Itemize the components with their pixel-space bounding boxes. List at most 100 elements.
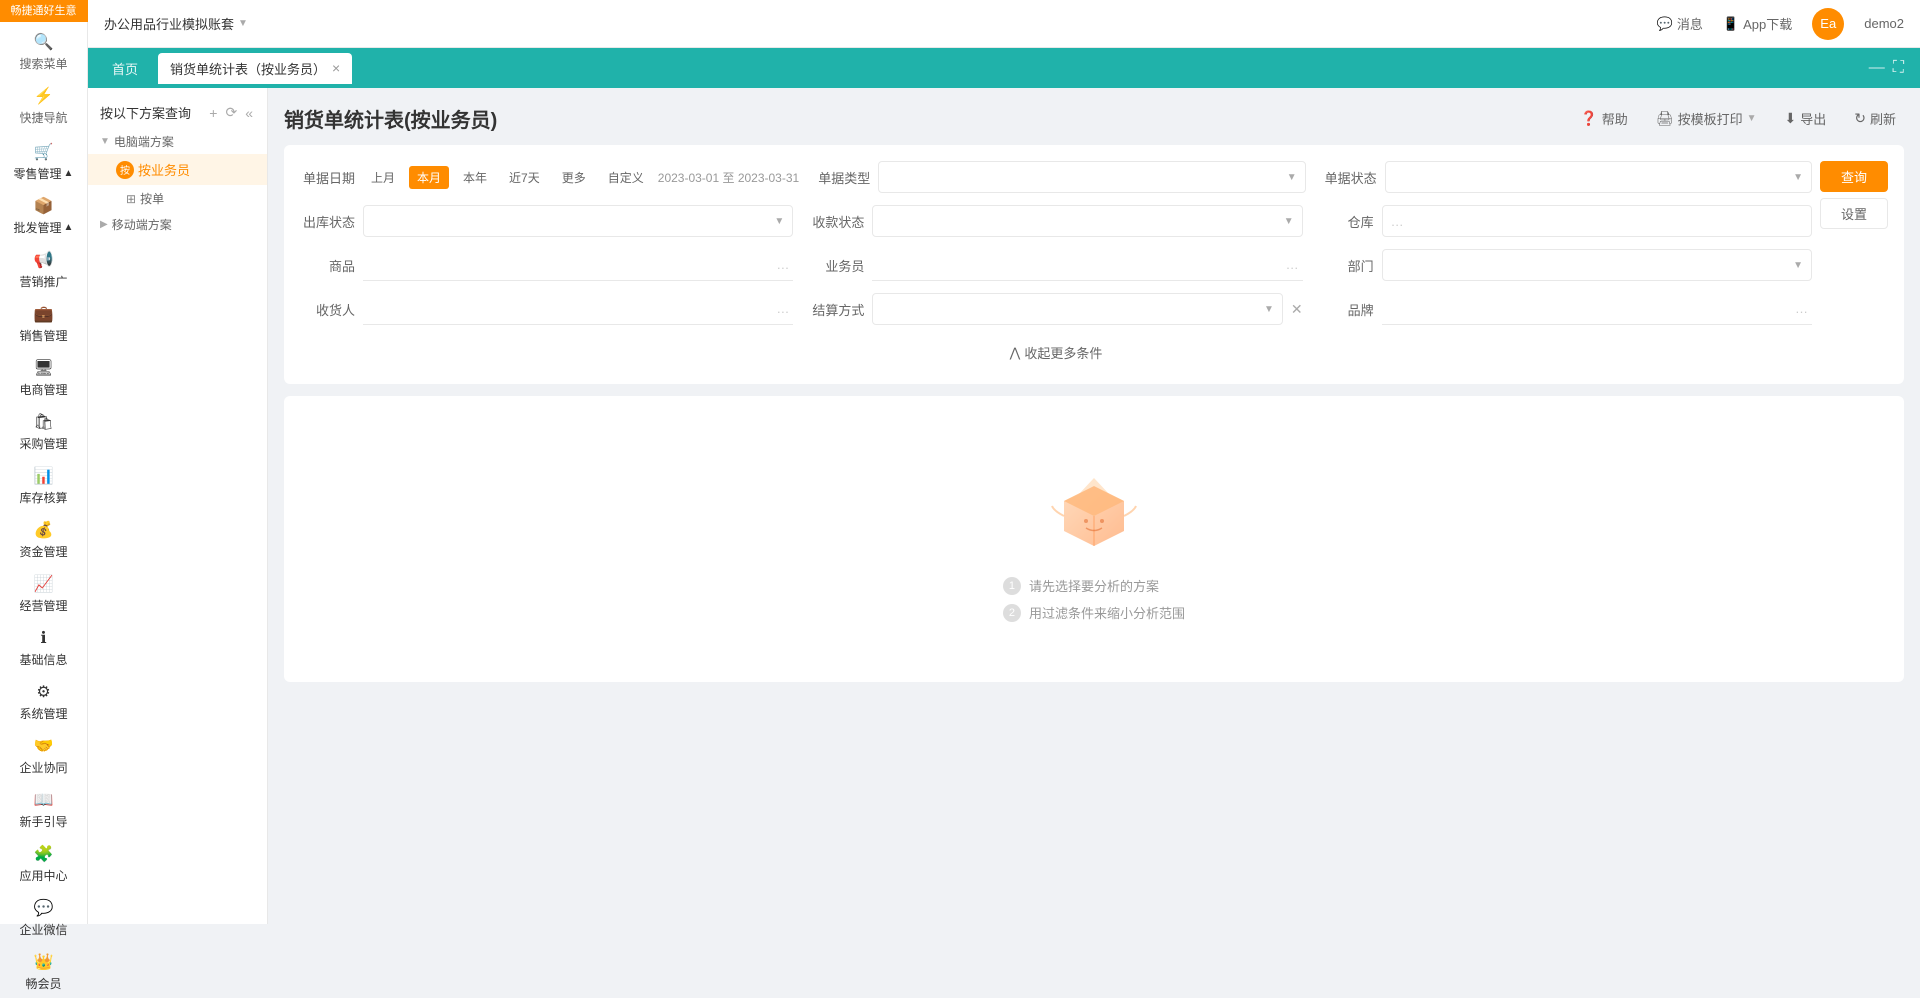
stockout-label: 出库状态 [300,212,355,231]
export-btn[interactable]: ⬇ 导出 [1777,105,1835,132]
docstatus-control[interactable]: ▼ [1385,161,1812,193]
collapse-btn[interactable]: ⋀ 收起更多条件 [300,337,1812,368]
purchase-icon: 🛍 [33,412,53,432]
query-button[interactable]: 查询 [1820,161,1888,192]
sidebar-item-wechat[interactable]: 💬 企业微信 [0,890,87,944]
refresh-btn[interactable]: ↻ 刷新 [1846,105,1904,132]
ecom-icon: 🖥 [33,358,53,378]
tip-num-1: 1 [1003,577,1021,595]
panel-item-by-salesman[interactable]: 按 按业务员 [88,154,267,185]
panel-section-desktop[interactable]: ▼ 电脑端方案 [88,129,267,154]
sidebar-item-search[interactable]: 🔍 搜索菜单 [0,22,87,76]
sidebar-item-basic[interactable]: ℹ 基础信息 [0,620,87,674]
empty-tips: 1 请先选择要分析的方案 2 用过滤条件来缩小分析范围 [1003,576,1185,622]
settings-button[interactable]: 设置 [1820,198,1888,229]
right-content: 销货单统计表(按业务员) ❓ 帮助 🖨 按模板打印 ▼ ⬇ 导出 [268,88,1920,924]
date-label: 单据日期 [300,168,355,187]
chevron-down-icon-settlement: ▼ [1264,304,1274,315]
settlement-control[interactable]: ▼ [872,293,1283,325]
tab-home[interactable]: 首页 [96,53,154,84]
date-btn-thismonth[interactable]: 本月 [409,166,449,189]
filter-row-4: 收货人 … 结算方式 ▼ [300,293,1812,325]
date-range-text: 2023-03-01 至 2023-03-31 [658,169,799,186]
date-btn-lastmonth[interactable]: 上月 [363,166,403,189]
chevron-down-icon-docstatus: ▼ [1793,172,1803,183]
marketing-icon: 📢 [34,250,54,270]
tab-controls: — ⛶ [1869,59,1920,77]
chevron-up-icon-2: ▲ [64,222,74,233]
account-name: 办公用品行业模拟账套 [104,14,234,33]
app-download-btn[interactable]: 📱 App下载 [1723,14,1792,33]
main-area: 办公用品行业模拟账套 ▼ 💬 消息 📱 App下载 Ea demo2 首页 销货… [88,0,1920,924]
maximize-btn[interactable]: ⛶ [1893,59,1904,77]
app-logo[interactable]: 畅捷通好生意 [0,0,88,22]
date-btn-thisyear[interactable]: 本年 [455,166,495,189]
filter-cell-stockout: 出库状态 ▼ [300,205,793,237]
tab-bar: 首页 销货单统计表（按业务员） × — ⛶ [88,48,1920,88]
settlement-label: 结算方式 [809,300,864,319]
tab-sales-stats[interactable]: 销货单统计表（按业务员） × [158,53,352,84]
page-title-bar: 销货单统计表(按业务员) ❓ 帮助 🖨 按模板打印 ▼ ⬇ 导出 [284,104,1904,133]
print-icon: 🖨 [1656,110,1674,127]
sidebar-item-wholesale[interactable]: 📦 批发管理 ▲ [0,188,87,242]
filter-container: 单据日期 上月 本月 本年 近7天 更多 自定义 2023-03-01 至 20… [300,161,1888,368]
top-header: 办公用品行业模拟账套 ▼ 💬 消息 📱 App下载 Ea demo2 [88,0,1920,48]
dept-label: 部门 [1319,256,1374,275]
sidebar-item-ops[interactable]: 📈 经营管理 [0,566,87,620]
tab-close-icon[interactable]: × [332,61,340,75]
panel-add-btn[interactable]: + [207,103,219,123]
tab-label: 销货单统计表（按业务员） [170,59,326,78]
stockout-control[interactable]: ▼ [363,205,793,237]
filter-row-2: 出库状态 ▼ 收款状态 ▼ [300,205,1812,237]
sidebar-item-retail[interactable]: 🛒 零售管理 ▲ [0,134,87,188]
salesman-label: 业务员 [809,256,864,275]
wechat-icon: 💬 [34,898,54,918]
panel-refresh-btn[interactable]: ⟳ [223,102,239,123]
sidebar-item-collab[interactable]: 🤝 企业协同 [0,728,87,782]
sidebar-item-finance[interactable]: 💰 资金管理 [0,512,87,566]
minimize-btn[interactable]: — [1869,59,1885,77]
panel-subitem-by-order[interactable]: ⊞ 按单 [88,185,267,212]
sidebar-item-member[interactable]: 👑 畅会员 [0,944,87,998]
brand-control[interactable]: … [1382,293,1812,325]
chevron-down-icon-payment: ▼ [1284,216,1294,227]
sidebar-item-purchase[interactable]: 🛍 采购管理 [0,404,87,458]
sidebar-item-guide[interactable]: 📖 新手引导 [0,782,87,836]
date-btn-7days[interactable]: 近7天 [501,166,548,189]
sidebar-item-marketing[interactable]: 📢 营销推广 [0,242,87,296]
date-btn-custom[interactable]: 自定义 [600,166,652,189]
receiver-label: 收货人 [300,300,355,319]
dept-control[interactable]: ▼ [1382,249,1812,281]
panel-collapse-btn[interactable]: « [243,103,255,123]
message-icon: 💬 [1657,16,1673,32]
sidebar-item-system[interactable]: ⚙ 系统管理 [0,674,87,728]
date-btn-more[interactable]: 更多 [554,166,594,189]
settlement-clear-btn[interactable]: ✕ [1291,301,1303,318]
finance-icon: 💰 [34,520,54,540]
panel-header-actions: + ⟳ « [207,102,255,123]
panel-section-mobile[interactable]: ▶ 移动端方案 [88,212,267,237]
mobile-icon: 📱 [1723,16,1739,32]
sidebar-item-ecom[interactable]: 🖥 电商管理 [0,350,87,404]
goods-control[interactable]: … [363,249,793,281]
sidebar-item-sales[interactable]: 💼 销售管理 [0,296,87,350]
salesman-control[interactable]: … [872,249,1302,281]
filter-cell-payment: 收款状态 ▼ [809,205,1302,237]
sidebar-item-appcenter[interactable]: 🧩 应用中心 [0,836,87,890]
message-btn[interactable]: 💬 消息 [1657,14,1703,33]
payment-control[interactable]: ▼ [872,205,1302,237]
sidebar-item-quicknav[interactable]: ⚡ 快捷导航 [0,76,87,130]
sidebar-item-inventory[interactable]: 📊 库存核算 [0,458,87,512]
doctype-control[interactable]: ▼ [878,161,1305,193]
help-btn[interactable]: ❓ 帮助 [1572,105,1635,132]
salesman-scheme-icon: 按 [116,161,134,179]
query-btns: 查询 设置 [1820,161,1888,368]
avatar[interactable]: Ea [1812,8,1844,40]
tip-text-1: 请先选择要分析的方案 [1029,576,1159,595]
receiver-control[interactable]: … [363,293,793,325]
chevron-down-icon-dept: ▼ [1793,260,1803,271]
print-btn[interactable]: 🖨 按模板打印 ▼ [1648,105,1765,132]
system-icon: ⚙ [36,682,50,702]
warehouse-control[interactable]: … [1382,205,1812,237]
account-dropdown[interactable]: 办公用品行业模拟账套 ▼ [104,14,248,33]
